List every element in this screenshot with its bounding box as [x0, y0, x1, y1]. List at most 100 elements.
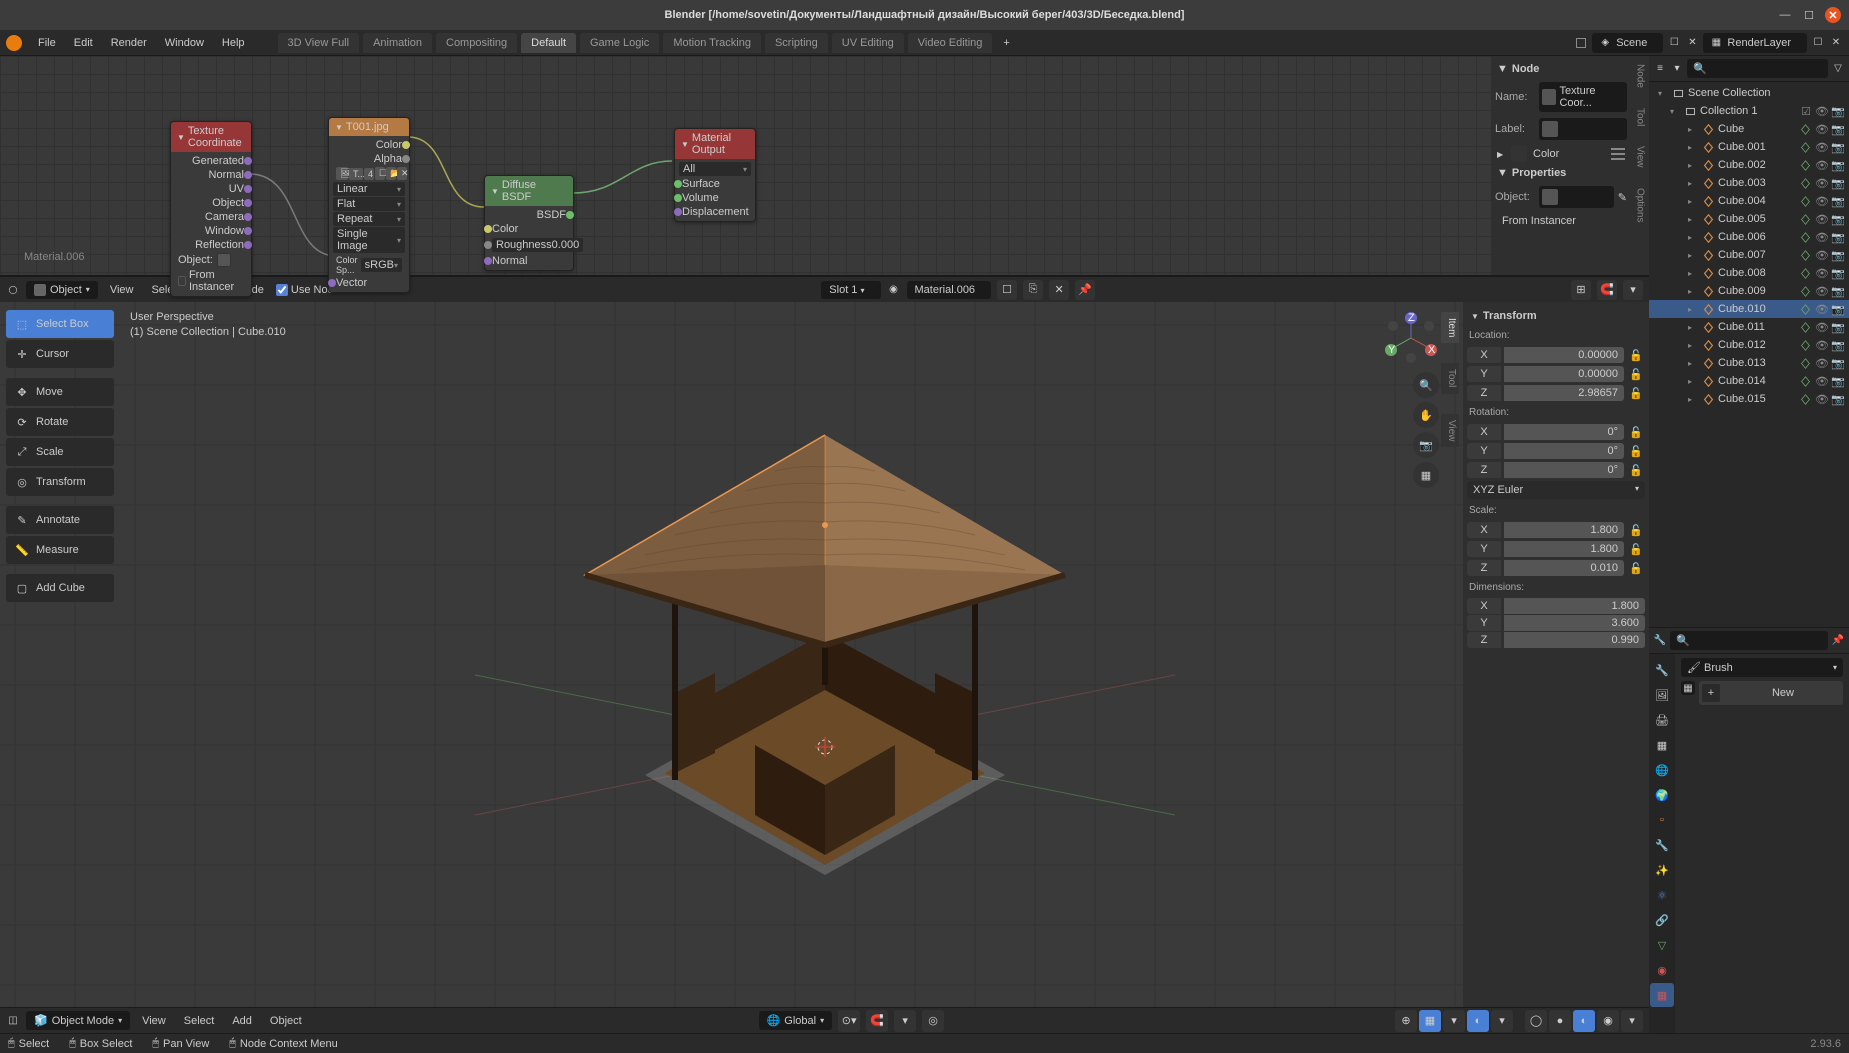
- pan-button[interactable]: ✋: [1413, 402, 1439, 428]
- add-workspace-button[interactable]: +: [995, 33, 1017, 53]
- scene-field[interactable]: ◈Scene: [1592, 33, 1663, 53]
- sidebar-tab-tool[interactable]: Tool: [1635, 108, 1646, 126]
- tool-cursor[interactable]: ✛Cursor: [6, 340, 114, 368]
- material-slot-dropdown[interactable]: Slot 1 ▾: [821, 281, 880, 299]
- tab-object[interactable]: ▫: [1650, 808, 1674, 832]
- tab-modifiers[interactable]: 🔧: [1650, 833, 1674, 857]
- options-dropdown[interactable]: ▾: [1623, 280, 1643, 300]
- camera-icon[interactable]: 📷: [1831, 195, 1845, 208]
- tool-transform[interactable]: ◎Transform: [6, 468, 114, 496]
- socket-bsdf[interactable]: BSDF: [489, 208, 569, 222]
- scale-y[interactable]: 1.800: [1504, 541, 1624, 557]
- socket-color[interactable]: Color: [333, 138, 405, 152]
- dim-y[interactable]: 3.600: [1504, 615, 1645, 631]
- dim-z[interactable]: 0.990: [1504, 632, 1645, 648]
- editor-type-icon[interactable]: 🔧: [1653, 634, 1667, 648]
- rotation-mode-dropdown[interactable]: XYZ Euler▾: [1467, 481, 1645, 499]
- workspace-tab[interactable]: Video Editing: [908, 33, 993, 53]
- lock-icon[interactable]: 🔓: [1627, 540, 1645, 558]
- snap-button[interactable]: 🧲: [866, 1010, 888, 1032]
- location-y[interactable]: 0.00000: [1504, 366, 1624, 382]
- camera-icon[interactable]: 📷: [1831, 393, 1845, 406]
- outliner-item[interactable]: ▸Cube.005👁📷: [1649, 210, 1849, 228]
- material-icon[interactable]: ◉: [887, 283, 901, 297]
- tab-texture[interactable]: ▦: [1650, 983, 1674, 1007]
- outliner-item[interactable]: ▸Cube.009👁📷: [1649, 282, 1849, 300]
- maximize-button[interactable]: ☐: [1801, 7, 1817, 23]
- unlink-material-button[interactable]: ✕: [1049, 280, 1069, 300]
- rotation-x[interactable]: 0°: [1504, 424, 1624, 440]
- object-field[interactable]: [1539, 186, 1614, 208]
- location-z[interactable]: 2.98657: [1504, 385, 1624, 401]
- tool-move[interactable]: ✥Move: [6, 378, 114, 406]
- socket-normal[interactable]: Normal: [175, 168, 247, 182]
- camera-icon[interactable]: 📷: [1831, 105, 1845, 118]
- outliner-item[interactable]: ▸Cube.011👁📷: [1649, 318, 1849, 336]
- camera-icon[interactable]: 📷: [1831, 141, 1845, 154]
- camera-icon[interactable]: 📷: [1831, 231, 1845, 244]
- outliner-item[interactable]: ▸Cube.012👁📷: [1649, 336, 1849, 354]
- location-x[interactable]: 0.00000: [1504, 347, 1624, 363]
- interpolation-dropdown[interactable]: Linear▾: [333, 182, 405, 196]
- target-dropdown[interactable]: All▾: [679, 162, 751, 176]
- renderlayer-field[interactable]: ▦RenderLayer: [1703, 33, 1807, 53]
- sidebar-tab-node[interactable]: Node: [1635, 64, 1646, 88]
- tool-measure[interactable]: 📏Measure: [6, 536, 114, 564]
- panel-header-properties[interactable]: ▼Properties: [1495, 164, 1627, 182]
- eye-icon[interactable]: 👁: [1815, 267, 1829, 280]
- lock-icon[interactable]: 🔓: [1627, 346, 1645, 364]
- socket-normal[interactable]: Normal: [489, 254, 569, 268]
- socket-alpha[interactable]: Alpha: [333, 152, 405, 166]
- tool-add-cube[interactable]: ▢Add Cube: [6, 574, 114, 602]
- camera-icon[interactable]: 📷: [1831, 123, 1845, 136]
- workspace-tab[interactable]: Motion Tracking: [663, 33, 761, 53]
- camera-icon[interactable]: 📷: [1831, 357, 1845, 370]
- menu-help[interactable]: Help: [214, 33, 253, 53]
- eye-icon[interactable]: 👁: [1815, 357, 1829, 370]
- lock-icon[interactable]: 🔓: [1627, 384, 1645, 402]
- eye-icon[interactable]: 👁: [1815, 249, 1829, 262]
- name-field[interactable]: Texture Coor...: [1539, 82, 1627, 112]
- camera-icon[interactable]: 📷: [1831, 249, 1845, 262]
- mode-dropdown[interactable]: 🧊Object Mode▾: [26, 1011, 130, 1030]
- brush-field[interactable]: 🖌 Brush▾: [1681, 658, 1843, 677]
- navigation-gizmo[interactable]: X Y Z: [1383, 310, 1439, 366]
- minimize-button[interactable]: —: [1777, 7, 1793, 23]
- outliner-item[interactable]: ▸Cube.003👁📷: [1649, 174, 1849, 192]
- node-header[interactable]: ▼Material Output: [675, 129, 755, 159]
- node-editor[interactable]: ▼Texture Coordinate Generated Normal UV …: [0, 56, 1649, 276]
- proportional-edit-button[interactable]: ◎: [922, 1010, 944, 1032]
- socket-generated[interactable]: Generated: [175, 154, 247, 168]
- tab-scene[interactable]: 🌐: [1650, 758, 1674, 782]
- eye-icon[interactable]: 👁: [1815, 195, 1829, 208]
- outliner-item[interactable]: ▸Cube.013👁📷: [1649, 354, 1849, 372]
- outliner-item[interactable]: ▸Cube.014👁📷: [1649, 372, 1849, 390]
- lock-icon[interactable]: 🔓: [1627, 365, 1645, 383]
- from-instancer-checkbox[interactable]: From Instancer: [175, 268, 247, 294]
- pin-button[interactable]: 📌: [1075, 280, 1095, 300]
- tool-scale[interactable]: ⤢Scale: [6, 438, 114, 466]
- delete-layer-button[interactable]: ✕: [1829, 36, 1843, 50]
- shading-rendered[interactable]: ◉: [1597, 1010, 1619, 1032]
- zoom-button[interactable]: 🔍: [1413, 372, 1439, 398]
- outliner-item[interactable]: ▸Cube.015👁📷: [1649, 390, 1849, 408]
- node-material-output[interactable]: ▼Material Output All▾ Surface Volume Dis…: [674, 128, 756, 222]
- outliner-tree[interactable]: ▾Scene Collection▾Collection 1☑👁📷▸Cube👁📷…: [1649, 82, 1849, 627]
- color-panel-header[interactable]: ▶Color: [1495, 144, 1627, 164]
- eye-icon[interactable]: 👁: [1815, 231, 1829, 244]
- camera-icon[interactable]: 📷: [1831, 267, 1845, 280]
- new-layer-button[interactable]: ☐: [1811, 36, 1825, 50]
- gizmo-toggle-button[interactable]: ⊕: [1395, 1010, 1417, 1032]
- node-header[interactable]: ▼Texture Coordinate: [171, 122, 251, 152]
- tab-data[interactable]: ▽: [1650, 933, 1674, 957]
- shading-dropdown[interactable]: ▾: [1491, 1010, 1513, 1032]
- menu-object[interactable]: Object: [264, 1012, 308, 1030]
- close-button[interactable]: ✕: [1825, 7, 1841, 23]
- pin-button[interactable]: 📌: [1831, 634, 1845, 648]
- scale-z[interactable]: 0.010: [1504, 560, 1624, 576]
- pivot-button[interactable]: ⊙▾: [838, 1010, 860, 1032]
- tab-material[interactable]: ◉: [1650, 958, 1674, 982]
- socket-volume[interactable]: Volume: [679, 191, 751, 205]
- node-image-texture[interactable]: ▼T001.jpg Color Alpha 🖼 T... 4 ☐ 📂 ✕ Lin…: [328, 117, 410, 293]
- new-scene-button[interactable]: ☐: [1667, 36, 1681, 50]
